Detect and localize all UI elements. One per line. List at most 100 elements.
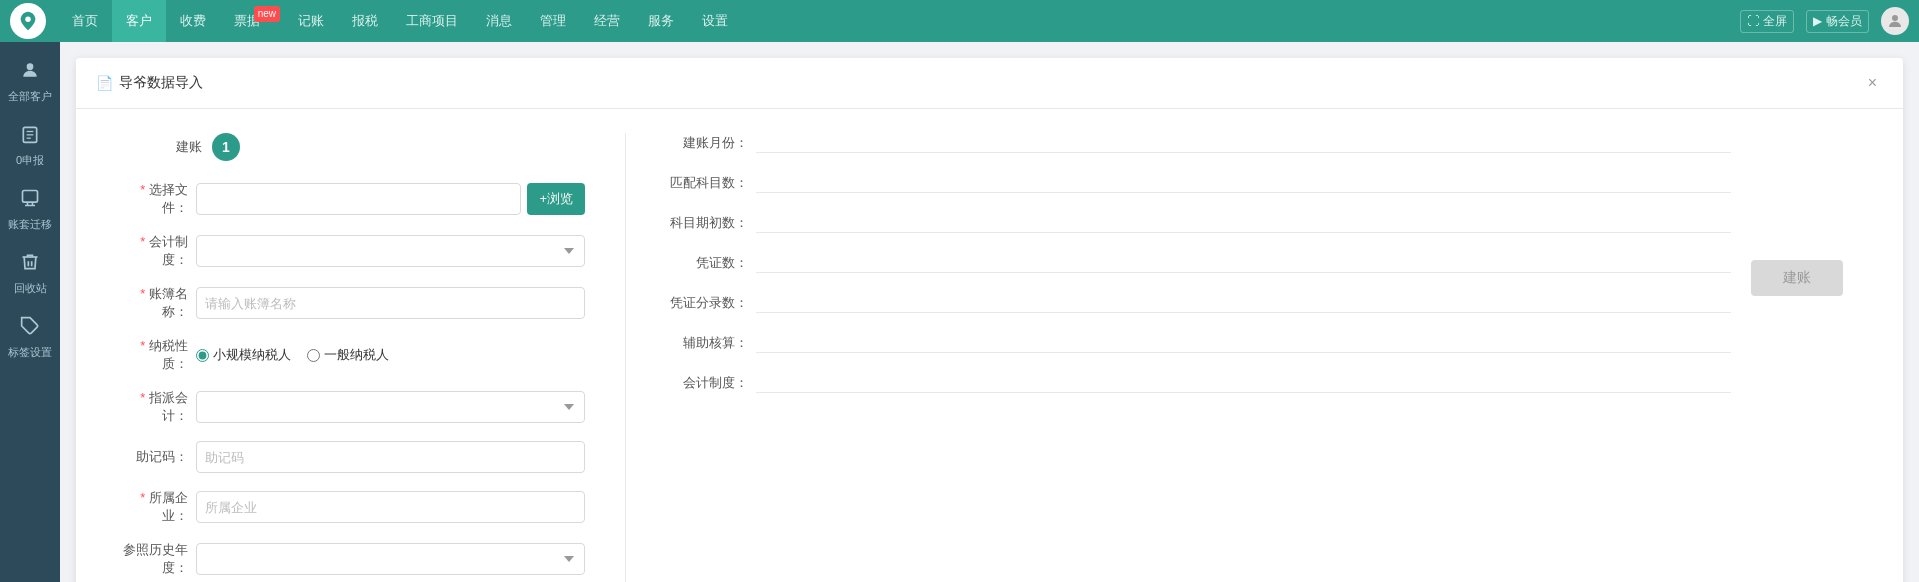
all-customers-icon	[20, 60, 40, 85]
svg-rect-7	[23, 191, 38, 203]
close-button[interactable]: ×	[1862, 72, 1883, 94]
nav-service[interactable]: 服务	[634, 0, 688, 42]
auxiliary-calc-value	[756, 333, 1731, 353]
step-indicator: 建账 1	[176, 133, 240, 161]
auxiliary-calc-label: 辅助核算：	[666, 334, 756, 352]
match-subjects-label: 匹配科目数：	[666, 174, 756, 192]
ref-year-label: 参照历史年度：	[116, 541, 196, 577]
nav-home[interactable]: 首页	[58, 0, 112, 42]
sidebar-item-zero-report[interactable]: 0申报	[2, 116, 58, 176]
tags-icon	[20, 316, 40, 341]
tax-type-small-radio[interactable]: 小规模纳税人	[196, 346, 291, 364]
accountant-row: * 指派会计：	[116, 389, 585, 425]
migration-icon	[20, 188, 40, 213]
ledger-name-input[interactable]	[196, 287, 585, 319]
svg-point-0	[25, 16, 31, 22]
info-and-btn: 建账月份： 匹配科目数： 科目期初数：	[666, 133, 1863, 413]
nav-settings[interactable]: 设置	[688, 0, 742, 42]
company-row: * 所属企业：	[116, 489, 585, 525]
memo-code-label: 助记码：	[116, 448, 196, 466]
nav-customer[interactable]: 客户	[112, 0, 166, 42]
dialog-card: 📄 导爷数据导入 × 建账 1 *	[76, 58, 1903, 582]
svg-point-2	[27, 63, 34, 70]
voucher-count-row: 凭证数：	[666, 253, 1731, 273]
ref-year-select[interactable]	[196, 543, 585, 575]
vip-button[interactable]: ▶ 畅会员	[1806, 10, 1869, 33]
nav-right-area: ⛶ 全屏 ▶ 畅会员	[1740, 7, 1909, 35]
tax-type-general-radio[interactable]: 一般纳税人	[307, 346, 389, 364]
file-field-row: * 选择文件： +浏览	[116, 181, 585, 217]
avatar[interactable]	[1881, 7, 1909, 35]
sidebar-item-tags[interactable]: 标签设置	[2, 308, 58, 368]
browse-button[interactable]: +浏览	[527, 183, 585, 215]
nav-menu: 首页 客户 收费 票据 new 记账 报税 工商项目 消息 管理 经营 服务 设…	[58, 0, 1740, 42]
subject-opening-label: 科目期初数：	[666, 214, 756, 232]
sidebar-item-recycle[interactable]: 回收站	[2, 244, 58, 304]
build-month-row: 建账月份：	[666, 133, 1731, 153]
memo-code-input[interactable]	[196, 441, 585, 473]
nav-bookkeeping[interactable]: 记账	[284, 0, 338, 42]
voucher-entries-label: 凭证分录数：	[666, 294, 756, 312]
accountant-select[interactable]	[196, 391, 585, 423]
accounting-system-row: * 会计制度：	[116, 233, 585, 269]
accountant-label: * 指派会计：	[116, 389, 196, 425]
match-subjects-value	[756, 173, 1731, 193]
dialog-body: 建账 1 * 选择文件： +浏览	[76, 109, 1903, 582]
nav-tax[interactable]: 报税	[338, 0, 392, 42]
step-circle: 1	[212, 133, 240, 161]
top-navigation: 首页 客户 收费 票据 new 记账 报税 工商项目 消息 管理 经营 服务 设…	[0, 0, 1919, 42]
memo-code-row: 助记码：	[116, 441, 585, 473]
ledger-name-label: * 账簿名称：	[116, 285, 196, 321]
info-fields: 建账月份： 匹配科目数： 科目期初数：	[666, 133, 1731, 413]
recycle-icon	[20, 252, 40, 277]
svg-point-1	[1892, 15, 1898, 21]
ledger-name-row: * 账簿名称：	[116, 285, 585, 321]
accounting-system-info-label: 会计制度：	[666, 374, 756, 392]
new-badge: new	[254, 6, 280, 22]
voucher-entries-value	[756, 293, 1731, 313]
tax-type-group: 小规模纳税人 一般纳税人	[196, 346, 585, 364]
voucher-count-label: 凭证数：	[666, 254, 756, 272]
fullscreen-button[interactable]: ⛶ 全屏	[1740, 10, 1794, 33]
ref-year-row: 参照历史年度：	[116, 541, 585, 577]
sidebar-item-migration[interactable]: 账套迁移	[2, 180, 58, 240]
company-input[interactable]	[196, 491, 585, 523]
build-account-button[interactable]: 建账	[1751, 260, 1843, 296]
file-input[interactable]	[196, 183, 521, 215]
sidebar: 全部客户 0申报 账套迁移	[0, 42, 60, 582]
auxiliary-calc-row: 辅助核算：	[666, 333, 1731, 353]
import-icon: 📄	[96, 75, 113, 91]
dialog-title: 📄 导爷数据导入	[96, 74, 203, 92]
accounting-system-info-row: 会计制度：	[666, 373, 1731, 393]
accounting-system-info-value	[756, 373, 1731, 393]
voucher-count-value	[756, 253, 1731, 273]
match-subjects-row: 匹配科目数：	[666, 173, 1731, 193]
voucher-entries-row: 凭证分录数：	[666, 293, 1731, 313]
nav-message[interactable]: 消息	[472, 0, 526, 42]
vip-icon: ▶	[1813, 14, 1822, 28]
nav-operation[interactable]: 经营	[580, 0, 634, 42]
file-label: * 选择文件：	[116, 181, 196, 217]
info-panel: 建账月份： 匹配科目数： 科目期初数：	[626, 133, 1903, 582]
sidebar-item-all-customers[interactable]: 全部客户	[2, 52, 58, 112]
nav-business[interactable]: 工商项目	[392, 0, 472, 42]
subject-opening-value	[756, 213, 1731, 233]
nav-fee[interactable]: 收费	[166, 0, 220, 42]
file-input-group: +浏览	[196, 183, 585, 215]
main-content: 📄 导爷数据导入 × 建账 1 *	[60, 42, 1919, 582]
dialog-header: 📄 导爷数据导入 ×	[76, 58, 1903, 109]
accounting-system-label: * 会计制度：	[116, 233, 196, 269]
build-month-value	[756, 133, 1731, 153]
form-panel: 建账 1 * 选择文件： +浏览	[76, 133, 626, 582]
build-month-label: 建账月份：	[666, 134, 756, 152]
tax-type-label: * 纳税性质：	[116, 337, 196, 373]
zero-report-icon	[20, 124, 40, 149]
accounting-system-select[interactable]	[196, 235, 585, 267]
form-rows: * 选择文件： +浏览 * 会计制度：	[116, 181, 585, 582]
subject-opening-row: 科目期初数：	[666, 213, 1731, 233]
nav-invoice[interactable]: 票据 new	[220, 0, 284, 42]
fullscreen-icon: ⛶	[1747, 14, 1759, 28]
nav-manage[interactable]: 管理	[526, 0, 580, 42]
tax-type-row: * 纳税性质： 小规模纳税人 一般纳税人	[116, 337, 585, 373]
app-logo[interactable]	[10, 3, 46, 39]
